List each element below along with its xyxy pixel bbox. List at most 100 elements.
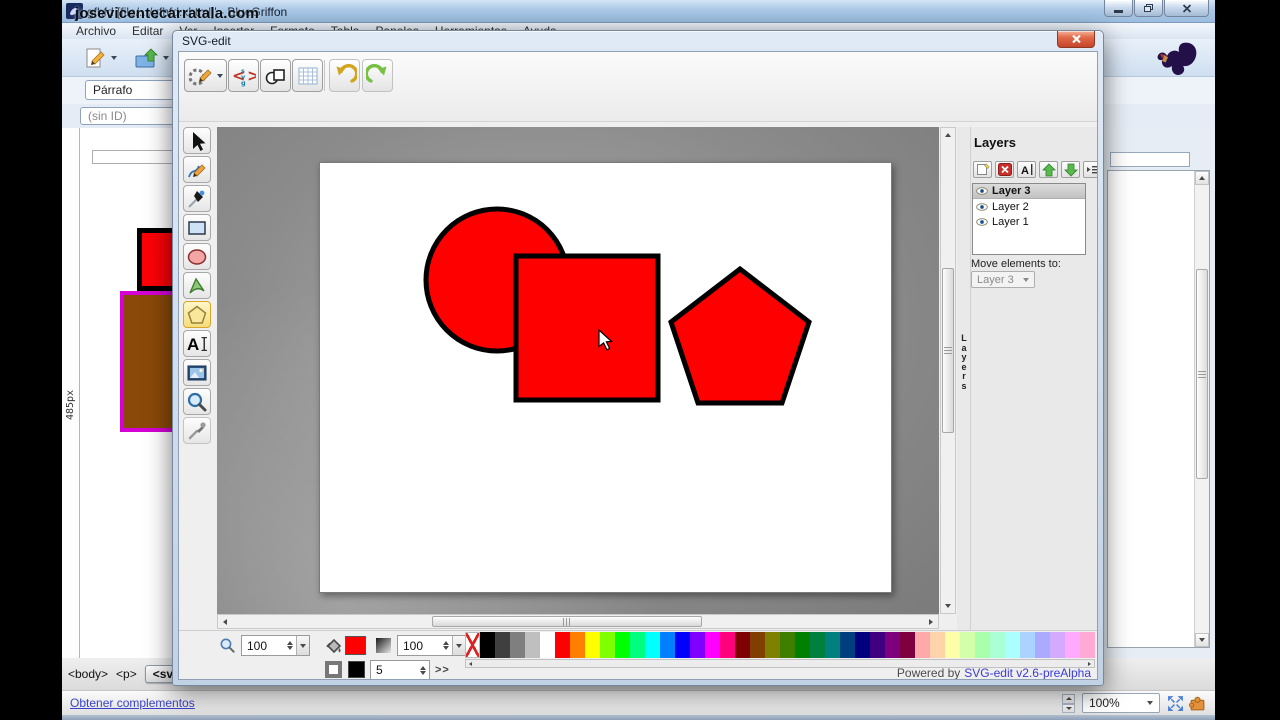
palette-swatch[interactable] [735, 632, 750, 658]
raise-layer-button[interactable] [1039, 161, 1058, 178]
text-tool-button[interactable]: A [183, 330, 211, 357]
palette-swatch[interactable] [1065, 632, 1080, 658]
scroll-left-button[interactable] [218, 615, 232, 628]
menu-archivo[interactable]: Archivo [68, 24, 124, 38]
palette-swatch[interactable] [570, 632, 585, 658]
palette-swatch[interactable] [780, 632, 795, 658]
polygon-tool-button[interactable] [183, 301, 211, 328]
palette-swatch[interactable] [1080, 632, 1095, 658]
palette-swatch[interactable] [765, 632, 780, 658]
scroll-up-button[interactable] [1195, 171, 1209, 185]
palette-swatch[interactable] [840, 632, 855, 658]
get-addons-link[interactable]: Obtener complementos [70, 696, 195, 710]
palette-swatch[interactable] [870, 632, 885, 658]
palette-swatch[interactable] [810, 632, 825, 658]
palette-swatch[interactable] [945, 632, 960, 658]
opacity-value[interactable]: 100 [398, 636, 439, 655]
scrollbar-thumb[interactable] [1196, 269, 1208, 479]
palette-swatch[interactable] [480, 632, 495, 658]
layer-visibility-icon[interactable] [976, 202, 988, 211]
opacity-spinbox[interactable]: 100 [397, 635, 466, 656]
zoom-tool-button[interactable] [183, 388, 211, 415]
palette-swatch[interactable] [555, 632, 570, 658]
zoom-stepper[interactable] [1062, 694, 1075, 713]
move-elements-select[interactable]: Layer 3 [971, 271, 1035, 288]
palette-swatch[interactable] [1005, 632, 1020, 658]
canvas-shape-polygon[interactable] [668, 265, 812, 406]
open-document-button[interactable] [130, 43, 173, 73]
restore-button[interactable] [1134, 0, 1163, 17]
palette-swatch[interactable] [975, 632, 990, 658]
h-scrollbar-thumb[interactable] [432, 616, 702, 627]
paragraph-style-combo[interactable]: Párrafo [85, 80, 181, 100]
open-document-dropdown-icon[interactable] [163, 56, 169, 60]
palette-swatch[interactable] [885, 632, 900, 658]
palette-swatch[interactable] [615, 632, 630, 658]
image-tool-button[interactable] [183, 359, 211, 386]
scroll-right-button[interactable] [924, 615, 938, 628]
rect-tool-button[interactable] [183, 214, 211, 241]
svg-canvas[interactable] [319, 162, 892, 593]
palette-swatch[interactable] [900, 632, 915, 658]
palette-swatch[interactable] [510, 632, 525, 658]
eyedropper-tool-button[interactable] [183, 417, 211, 444]
palette-swatch[interactable] [645, 632, 660, 658]
layer-row[interactable]: Layer 1 [973, 214, 1085, 229]
breadcrumb-item[interactable]: <body> [68, 667, 108, 681]
fill-color-swatch[interactable] [345, 636, 366, 655]
palette-swatch[interactable] [1050, 632, 1065, 658]
palette-swatch[interactable] [600, 632, 615, 658]
palette-scroll-left[interactable] [466, 660, 475, 667]
rename-layer-button[interactable]: A [1017, 161, 1036, 178]
document-shapes-button[interactable] [260, 59, 291, 92]
layer-row[interactable]: Layer 3 [973, 184, 1085, 199]
palette-swatch[interactable] [660, 632, 675, 658]
menu-editar[interactable]: Editar [124, 24, 171, 38]
layer-visibility-icon[interactable] [976, 217, 988, 226]
stroke-width-value[interactable]: 5 [371, 661, 416, 679]
svg-source-button[interactable]: < > s v g [228, 59, 259, 92]
palette-swatch[interactable] [690, 632, 705, 658]
stroke-color-swatch[interactable] [348, 661, 365, 678]
element-id-combo[interactable]: (sin ID) [80, 107, 176, 125]
zoom-level-select[interactable]: 100% [1082, 693, 1160, 713]
stroke-width-spinner[interactable] [416, 661, 429, 679]
select-tool-button[interactable] [183, 127, 211, 154]
delete-layer-button[interactable] [995, 161, 1014, 178]
palette-swatch[interactable] [525, 632, 540, 658]
canvas-horizontal-scrollbar[interactable] [217, 614, 939, 629]
zoom-dropdown[interactable] [296, 636, 309, 655]
palette-swatch[interactable] [915, 632, 930, 658]
palette-swatch[interactable] [1020, 632, 1035, 658]
palette-swatch[interactable] [825, 632, 840, 658]
palette-swatch[interactable] [930, 632, 945, 658]
path-tool-button[interactable] [183, 272, 211, 299]
palette-swatch[interactable] [495, 632, 510, 658]
zoom-spinner[interactable] [283, 636, 296, 655]
redo-button[interactable] [362, 59, 393, 92]
side-panel-input[interactable] [1110, 152, 1190, 167]
scroll-down-button[interactable] [941, 599, 955, 613]
palette-none-swatch[interactable] [465, 632, 480, 658]
new-document-button[interactable] [80, 43, 121, 73]
layer-row[interactable]: Layer 2 [973, 199, 1085, 214]
palette-swatch[interactable] [630, 632, 645, 658]
minimize-button[interactable] [1104, 0, 1133, 17]
palette-swatch[interactable] [1035, 632, 1050, 658]
breadcrumb-item[interactable]: <p> [116, 667, 137, 681]
layers-side-tab[interactable]: Layers [958, 333, 970, 391]
undo-button[interactable] [329, 59, 360, 92]
palette-swatch[interactable] [720, 632, 735, 658]
ellipse-tool-button[interactable] [183, 243, 211, 270]
pencil-tool-button[interactable] [183, 156, 211, 183]
palette-swatch[interactable] [675, 632, 690, 658]
stroke-width-spinbox[interactable]: 5 [370, 660, 430, 679]
layer-visibility-icon[interactable] [976, 187, 988, 195]
palette-swatch[interactable] [990, 632, 1005, 658]
zoom-spinbox[interactable]: 100 [241, 635, 310, 656]
palette-swatch[interactable] [960, 632, 975, 658]
line-tool-button[interactable] [183, 185, 211, 212]
grid-button[interactable] [292, 59, 323, 92]
side-panel-scrollbar[interactable] [1194, 171, 1209, 647]
svgedit-version-link[interactable]: SVG-edit v2.6-preAlpha [964, 666, 1091, 679]
